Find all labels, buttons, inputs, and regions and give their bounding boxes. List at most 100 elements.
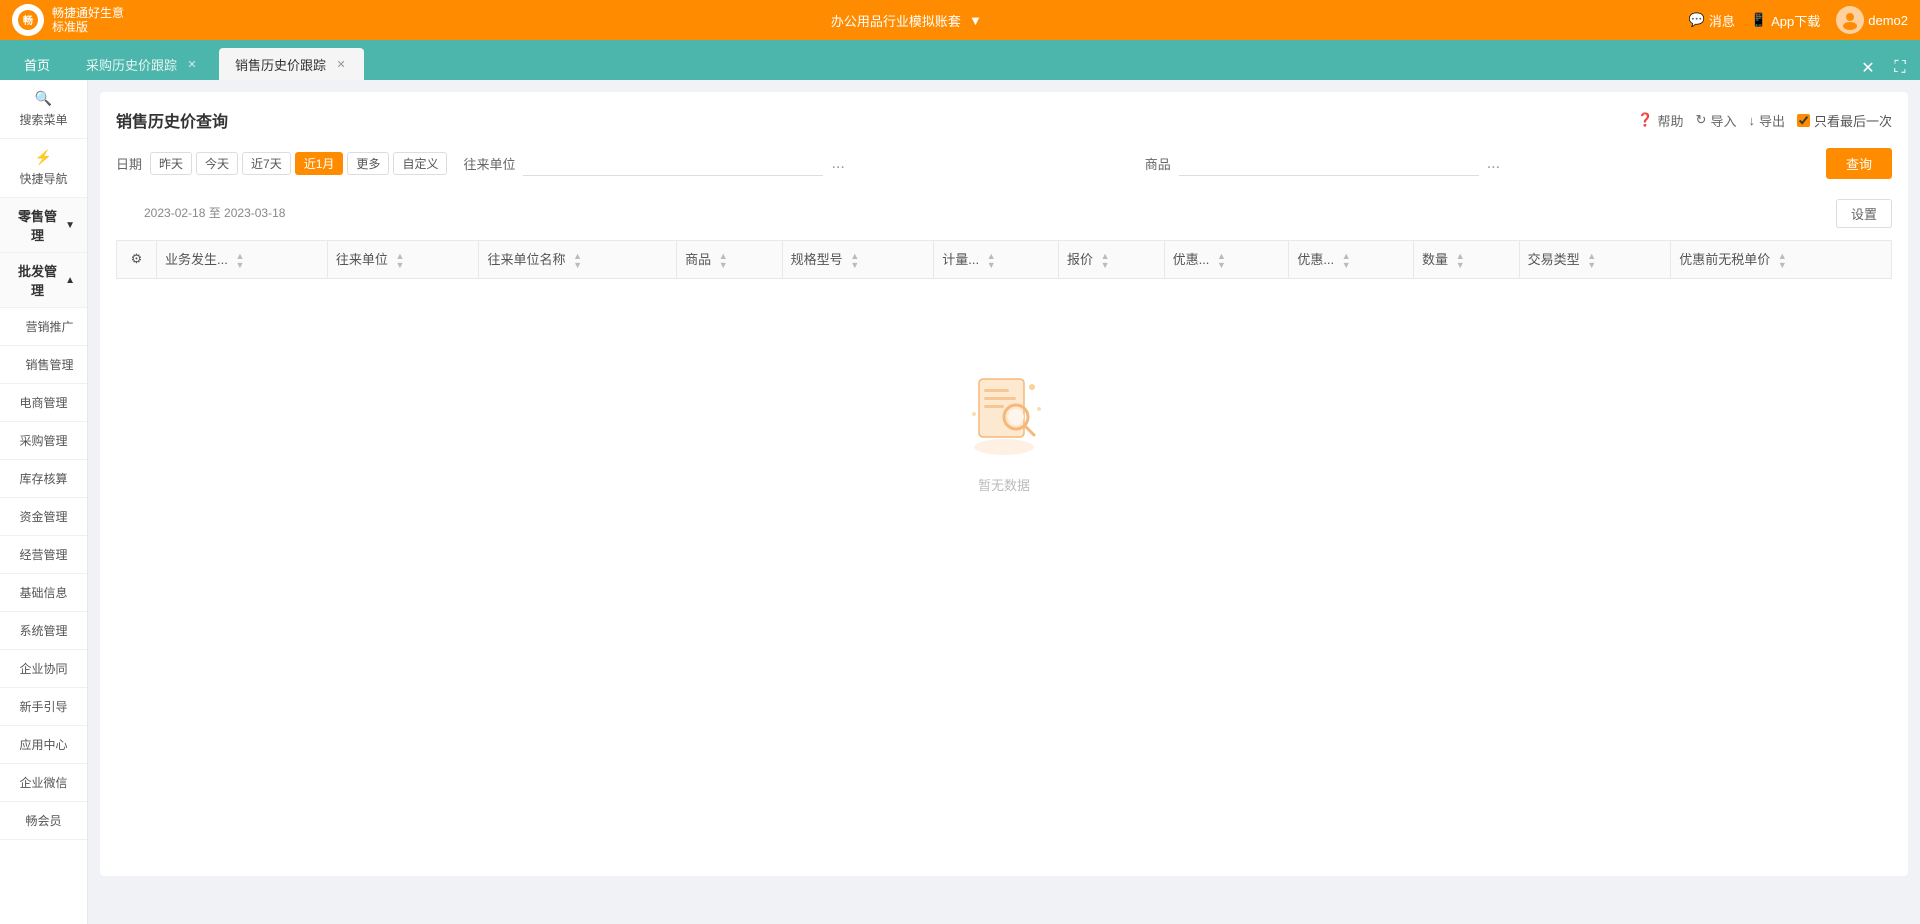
date-btn-7days[interactable]: 近7天	[242, 152, 291, 175]
sort-icons-spec: ▲▼	[850, 252, 859, 270]
sidebar-item-wholesale-mgmt[interactable]: 批发管理 ▲	[0, 253, 87, 308]
table-col-trade-type[interactable]: 交易类型 ▲▼	[1519, 241, 1671, 279]
messages-button[interactable]: 💬 消息	[1689, 11, 1735, 30]
only-last-checkbox[interactable]	[1797, 114, 1810, 127]
settings-col-icon: ⚙	[131, 251, 143, 266]
table-col-settings[interactable]: ⚙	[117, 241, 157, 279]
date-label: 日期	[116, 154, 142, 173]
empty-icon	[954, 359, 1054, 459]
sort-icons-trade-type: ▲▼	[1587, 252, 1596, 270]
header-right: 💬 消息 📱 App下载 demo2	[1689, 6, 1908, 34]
sidebar-item-purchase-mgmt[interactable]: 采购管理	[0, 422, 87, 460]
sidebar-item-basic-info[interactable]: 基础信息	[0, 574, 87, 612]
table-col-unit[interactable]: 计量... ▲▼	[934, 241, 1059, 279]
tab-purchase-history-close[interactable]: ✕	[185, 57, 199, 71]
help-icon: ❓	[1637, 112, 1653, 128]
date-buttons: 昨天 今天 近7天 近1月 更多 自定义	[150, 152, 447, 175]
settings-button[interactable]: 设置	[1836, 199, 1892, 228]
table-col-pre-tax-price[interactable]: 优惠前无税单价 ▲▼	[1671, 241, 1892, 279]
date-btn-yesterday[interactable]: 昨天	[150, 152, 192, 175]
sort-icons-pre-tax-price: ▲▼	[1778, 252, 1787, 270]
table-col-discount2[interactable]: 优惠... ▲▼	[1289, 241, 1414, 279]
app-download-button[interactable]: 📱 App下载	[1751, 11, 1820, 30]
sidebar-item-operations-mgmt[interactable]: 经营管理	[0, 536, 87, 574]
from-unit-more-btn[interactable]: ...	[831, 155, 844, 173]
sidebar-item-marketing[interactable]: 营销推广	[0, 308, 87, 346]
from-unit-input[interactable]	[523, 152, 823, 176]
sidebar-item-finance-mgmt[interactable]: 资金管理	[0, 498, 87, 536]
date-btn-custom[interactable]: 自定义	[393, 152, 447, 175]
sort-icons-unit-name: ▲▼	[573, 252, 582, 270]
sort-icons-product: ▲▼	[719, 252, 728, 270]
sidebar-item-inventory[interactable]: 库存核算	[0, 460, 87, 498]
sidebar-item-ecommerce-mgmt[interactable]: 电商管理	[0, 384, 87, 422]
tab-home[interactable]: 首页	[8, 48, 66, 80]
sidebar-item-search-menu[interactable]: 🔍 搜索菜单	[0, 80, 87, 139]
sidebar-item-vip-member[interactable]: 畅会员	[0, 802, 87, 840]
table-col-unit-name[interactable]: 往来单位名称 ▲▼	[479, 241, 677, 279]
date-btn-today[interactable]: 今天	[196, 152, 238, 175]
table-col-unit-code[interactable]: 往来单位 ▲▼	[327, 241, 479, 279]
table-col-quote[interactable]: 报价 ▲▼	[1059, 241, 1165, 279]
sidebar-item-retail-mgmt[interactable]: 零售管理 ▼	[0, 198, 87, 253]
top-header: 畅 畅捷通好生意 标准版 办公用品行业模拟账套 ▼ 💬 消息 📱 App下载	[0, 0, 1920, 40]
sidebar-item-system-mgmt[interactable]: 系统管理	[0, 612, 87, 650]
only-last-checkbox-label[interactable]: 只看最后一次	[1797, 111, 1892, 130]
tab-bar-actions: ✕ ⛶	[1856, 56, 1920, 80]
sidebar: 🔍 搜索菜单 ⚡ 快捷导航 零售管理 ▼ 批发管理 ▲ 营销推广 销售管理 电商…	[0, 80, 88, 924]
chevron-down-icon: ▼	[65, 220, 75, 231]
query-button[interactable]: 查询	[1826, 148, 1892, 179]
sidebar-item-new-user-guide[interactable]: 新手引导	[0, 688, 87, 726]
sidebar-item-enterprise-collab[interactable]: 企业协同	[0, 650, 87, 688]
lightning-icon: ⚡	[35, 149, 52, 166]
sidebar-item-enterprise-wechat[interactable]: 企业微信	[0, 764, 87, 802]
help-button[interactable]: ❓ 帮助	[1637, 111, 1683, 130]
svg-text:畅: 畅	[23, 14, 33, 27]
empty-state: 暂无数据	[116, 279, 1892, 574]
logo-text: 畅捷通好生意 标准版	[52, 6, 124, 35]
app-title: 办公用品行业模拟账套	[831, 11, 961, 30]
message-icon: 💬	[1689, 12, 1705, 28]
dropdown-chevron[interactable]: ▼	[969, 13, 982, 28]
search-icon: 🔍	[35, 90, 52, 107]
import-icon: ↻	[1696, 112, 1707, 128]
product-label: 商品	[1145, 154, 1171, 173]
header-center: 办公用品行业模拟账套 ▼	[831, 11, 982, 30]
sidebar-item-quick-nav[interactable]: ⚡ 快捷导航	[0, 139, 87, 198]
sort-icons-quantity: ▲▼	[1456, 252, 1465, 270]
table-col-quantity[interactable]: 数量 ▲▼	[1414, 241, 1520, 279]
date-range-text: 2023-02-18 至 2023-03-18	[144, 204, 285, 221]
product-input[interactable]	[1179, 152, 1479, 176]
expand-icon[interactable]: ⛶	[1888, 56, 1912, 80]
user-profile-button[interactable]: demo2	[1836, 6, 1908, 34]
table-col-product[interactable]: 商品 ▲▼	[677, 241, 783, 279]
product-more-btn[interactable]: ...	[1487, 155, 1500, 173]
table-col-spec[interactable]: 规格型号 ▲▼	[782, 241, 934, 279]
sort-icons-biz-date: ▲▼	[235, 252, 244, 270]
content-area: 销售历史价查询 ❓ 帮助 ↻ 导入 ↓ 导出	[88, 80, 1920, 924]
page-title: 销售历史价查询	[116, 108, 228, 132]
logo-icon: 畅	[12, 4, 44, 36]
page-actions: ❓ 帮助 ↻ 导入 ↓ 导出 只看最后一次	[1637, 111, 1892, 130]
date-filter-group: 日期 昨天 今天 近7天 近1月 更多 自定义	[116, 152, 447, 175]
tab-bar: 首页 采购历史价跟踪 ✕ 销售历史价跟踪 ✕ ✕ ⛶	[0, 40, 1920, 80]
date-btn-more[interactable]: 更多	[347, 152, 389, 175]
export-button[interactable]: ↓ 导出	[1748, 111, 1785, 130]
data-table: ⚙ 业务发生... ▲▼ 往来单位 ▲▼ 往来单位名称	[116, 240, 1892, 279]
tab-purchase-history[interactable]: 采购历史价跟踪 ✕	[70, 48, 215, 80]
date-btn-1month[interactable]: 近1月	[295, 152, 344, 175]
product-filter: 商品 ...	[1145, 152, 1810, 176]
import-button[interactable]: ↻ 导入	[1696, 111, 1737, 130]
close-all-tabs-icon[interactable]: ✕	[1856, 56, 1880, 80]
sort-icons-quote: ▲▼	[1101, 252, 1110, 270]
tab-sales-history-close[interactable]: ✕	[334, 57, 348, 71]
from-unit-filter: 往来单位 ...	[463, 152, 1128, 176]
tab-sales-history[interactable]: 销售历史价跟踪 ✕	[219, 48, 364, 80]
table-header-row: ⚙ 业务发生... ▲▼ 往来单位 ▲▼ 往来单位名称	[117, 241, 1892, 279]
table-col-discount1[interactable]: 优惠... ▲▼	[1164, 241, 1289, 279]
sidebar-item-sales-mgmt[interactable]: 销售管理	[0, 346, 87, 384]
table-col-biz-date[interactable]: 业务发生... ▲▼	[157, 241, 328, 279]
page-content: 销售历史价查询 ❓ 帮助 ↻ 导入 ↓ 导出	[88, 80, 1920, 924]
page-card: 销售历史价查询 ❓ 帮助 ↻ 导入 ↓ 导出	[100, 92, 1908, 876]
sidebar-item-app-center[interactable]: 应用中心	[0, 726, 87, 764]
